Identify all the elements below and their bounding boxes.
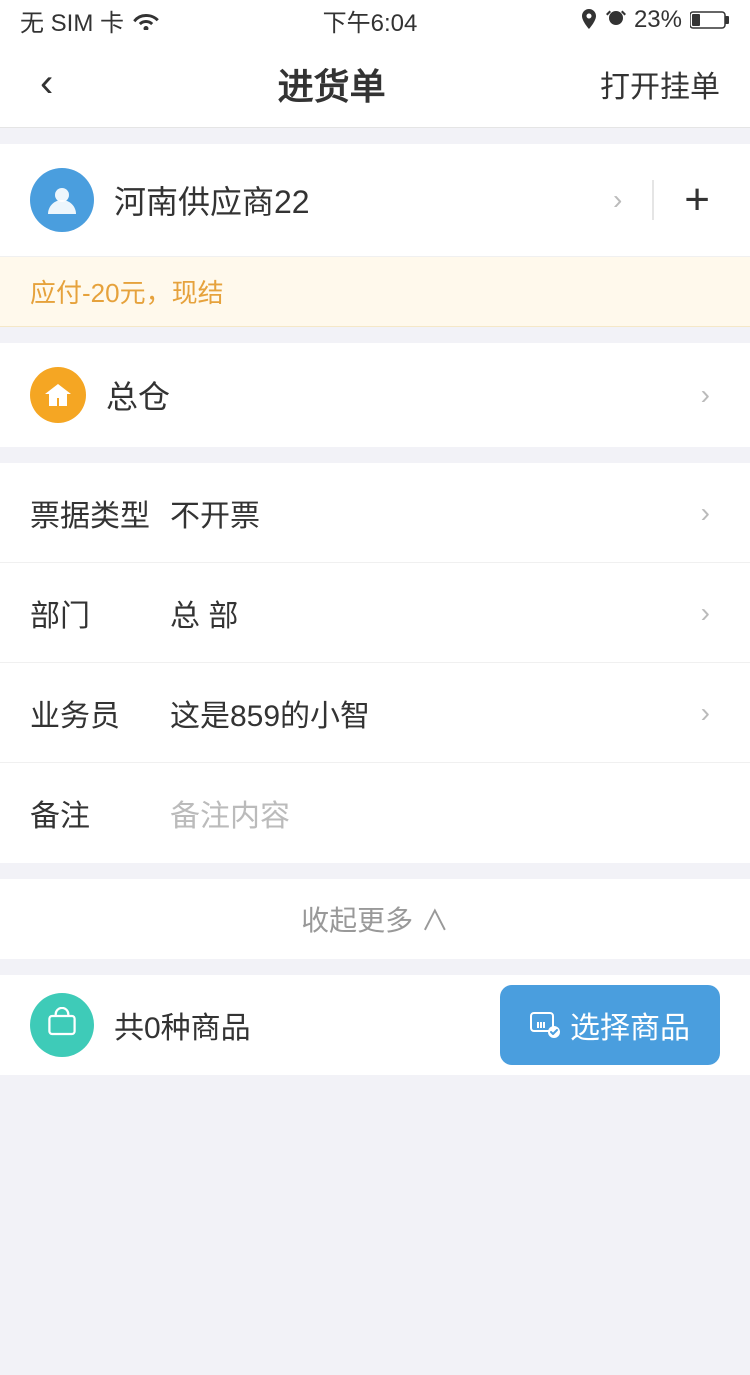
supplier-card: 河南供应商22 › + 应付-20元，现结 [0,144,750,327]
page-spacer [0,1075,750,1375]
supplier-row[interactable]: 河南供应商22 › + [0,144,750,257]
warehouse-icon-circle [30,367,86,423]
location-icon [580,9,598,31]
status-time: 下午6:04 [323,3,418,38]
collapse-label: 收起更多 ∧ [301,899,449,939]
remark-label: 备注 [30,791,150,835]
bottom-bar: 共0种商品 选择商品 [0,975,750,1075]
remark-input[interactable]: 备注内容 [150,791,720,835]
select-btn-label: 选择商品 [570,1003,690,1047]
salesman-label: 业务员 [30,691,150,735]
no-sim-label: 无 SIM 卡 [20,3,124,38]
form-card: 票据类型 不开票 › 部门 总 部 › 业务员 这是859的小智 › 备注 备注… [0,463,750,863]
main-content: 河南供应商22 › + 应付-20元，现结 总仓 › 票据类型 不开票 › [0,144,750,1375]
warehouse-card[interactable]: 总仓 › [0,343,750,447]
invoice-type-label: 票据类型 [30,491,150,535]
back-button[interactable]: ‹ [30,51,63,116]
alarm-icon [606,9,626,31]
vertical-divider [652,180,654,220]
salesman-value: 这是859的小智 [150,691,701,735]
house-icon [43,380,73,410]
invoice-type-value: 不开票 [150,491,701,535]
add-supplier-button[interactable]: + [674,175,720,225]
collapse-row[interactable]: 收起更多 ∧ [0,879,750,959]
department-chevron: › [701,597,710,629]
status-left: 无 SIM 卡 [20,3,160,38]
nav-bar: ‹ 进货单 打开挂单 [0,40,750,128]
battery-label: 23% [634,6,682,34]
select-product-button[interactable]: 选择商品 [500,985,720,1065]
notice-text: 应付-20元，现结 [30,278,224,308]
status-right: 23% [580,6,730,34]
select-product-icon [530,1012,560,1038]
salesman-row[interactable]: 业务员 这是859的小智 › [0,663,750,763]
remark-row[interactable]: 备注 备注内容 [0,763,750,863]
wifi-icon [132,10,160,30]
notice-bar: 应付-20元，现结 [0,257,750,327]
warehouse-chevron-icon: › [701,379,710,411]
salesman-chevron: › [701,697,710,729]
supplier-chevron-icon: › [613,184,622,216]
supplier-name: 河南供应商22 [114,177,613,223]
warehouse-row[interactable]: 总仓 › [0,343,750,447]
status-bar: 无 SIM 卡 下午6:04 23% [0,0,750,40]
page-title: 进货单 [278,58,386,110]
product-icon-circle [30,993,94,1057]
warehouse-name: 总仓 [106,372,701,418]
cart-icon [44,1007,80,1043]
invoice-type-row[interactable]: 票据类型 不开票 › [0,463,750,563]
invoice-type-chevron: › [701,497,710,529]
product-count-label: 共0种商品 [114,1003,500,1047]
user-icon [44,182,80,218]
department-row[interactable]: 部门 总 部 › [0,563,750,663]
battery-icon [690,10,730,30]
supplier-avatar [30,168,94,232]
department-label: 部门 [30,591,150,635]
department-value: 总 部 [150,591,701,635]
open-pending-button[interactable]: 打开挂单 [600,62,720,106]
